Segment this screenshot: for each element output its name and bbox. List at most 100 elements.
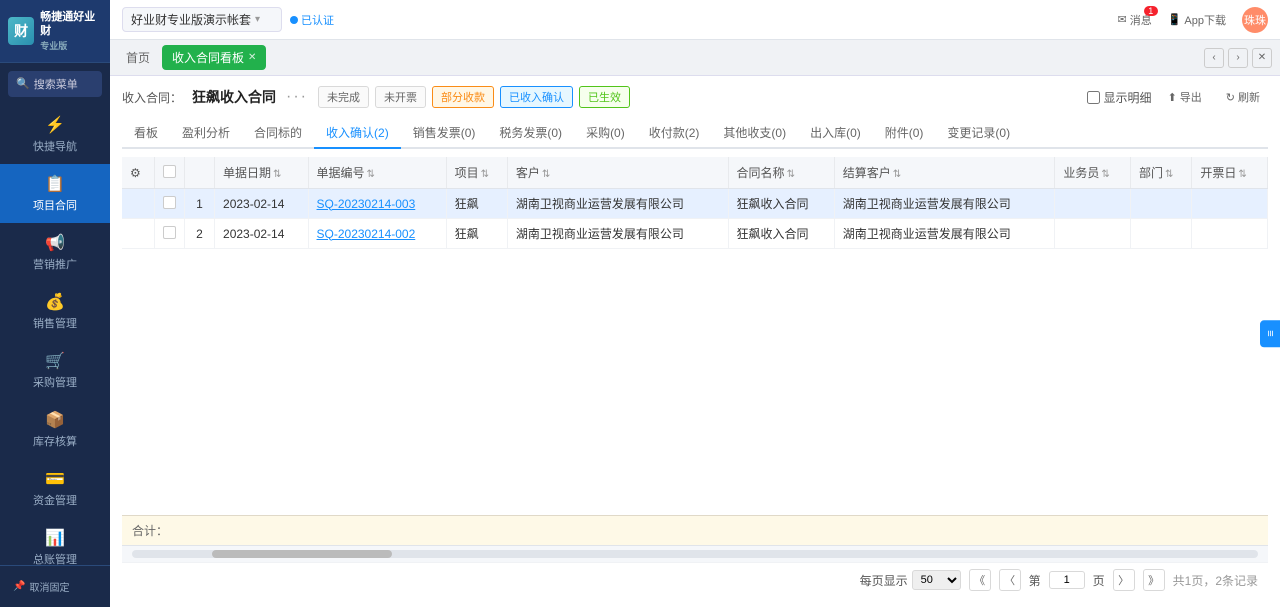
sidebar-item-quick-nav[interactable]: ⚡ 快捷导航 [0,105,110,164]
sidebar-item-sales[interactable]: 💰 销售管理 [0,282,110,341]
refresh-button[interactable]: ↻ 刷新 [1218,86,1268,108]
refresh-icon: ↻ [1226,91,1235,104]
sidebar-item-purchase[interactable]: 🛒 采购管理 [0,341,110,400]
select-all-checkbox[interactable] [163,165,176,178]
tab-contract-standard[interactable]: 合同标的 [242,118,314,149]
tab-close-icon[interactable]: ✕ [248,52,256,63]
row-order-no-1[interactable]: SQ-20230214-003 [308,189,446,219]
status-income-confirmed[interactable]: 已收入确认 [500,86,573,108]
summary-label: 合计： [132,522,168,539]
avatar: 珠珠 [1242,7,1268,33]
row-dept-2 [1131,219,1192,249]
tab-income-contract[interactable]: 收入合同看板 ✕ [162,45,266,70]
table-row[interactable]: 2 2023-02-14 SQ-20230214-002 狂飙 湖南卫视商业运营… [122,219,1268,249]
row-contract-name-1: 狂飙收入合同 [728,189,834,219]
per-page-select[interactable]: 50 100 200 [912,570,961,590]
topbar: 好业财专业版演示帐套 ▾ 已认证 ✉ 消息 1 📱 App下载 珠珠 [110,0,1280,40]
status-partial-payment[interactable]: 部分收款 [432,86,494,108]
unpin-button[interactable]: 📌 取消固定 [8,574,102,599]
scroll-area [122,545,1268,562]
tab-home[interactable]: 首页 [118,49,158,66]
app-sub: 专业版 [40,39,102,52]
status-not-invoiced[interactable]: 未开票 [375,86,426,108]
sidebar-item-project-contract[interactable]: 📋 项目合同 [0,164,110,223]
row-check-1[interactable] [155,189,185,219]
tab-attachments[interactable]: 附件(0) [873,118,936,149]
tab-prev-button[interactable]: ‹ [1204,48,1224,68]
row-date-2: 2023-02-14 [215,219,309,249]
row-num-2: 2 [185,219,215,249]
export-icon: ⬆ [1168,91,1177,104]
tab-in-out-stock[interactable]: 出入库(0) [798,118,873,149]
page-size-selector: 每页显示 50 100 200 [860,570,961,590]
status-tags: 未完成 未开票 部分收款 已收入确认 已生效 [318,86,630,108]
tab-income-confirm[interactable]: 收入确认(2) [314,118,401,149]
tab-close-button[interactable]: ✕ [1252,48,1272,68]
sort-end-customer-icon: ⇅ [893,169,901,180]
column-settings[interactable]: ⚙ [122,157,155,189]
tab-purchase[interactable]: 采购(0) [574,118,637,149]
tab-change-log[interactable]: 变更记录(0) [935,118,1022,149]
export-button[interactable]: ⬆ 导出 [1160,86,1210,108]
side-action-button[interactable]: ≡ [1260,320,1280,347]
tab-next-button[interactable]: › [1228,48,1248,68]
sort-dept-icon: ⇅ [1165,169,1173,180]
page-input[interactable] [1049,571,1085,589]
app-logo: 财 畅捷通好业财 专业版 [0,0,110,63]
tab-navigation: ‹ › ✕ [1204,48,1272,68]
first-page-button[interactable]: 《 [969,569,991,591]
column-project[interactable]: 项目⇅ [446,157,507,189]
per-page-label: 每页显示 [860,572,908,589]
column-dept[interactable]: 部门⇅ [1131,157,1192,189]
company-name: 好业财专业版演示帐套 [131,11,251,28]
row-staff-1 [1055,189,1131,219]
prev-page-button[interactable]: 〈 [999,569,1021,591]
column-contract-name[interactable]: 合同名称⇅ [728,157,834,189]
tab-tax-invoice[interactable]: 税务发票(0) [487,118,574,149]
sidebar-item-general-ledger[interactable]: 📊 总账管理 [0,518,110,565]
column-date[interactable]: 单据日期⇅ [215,157,309,189]
table-row[interactable]: 1 2023-02-14 SQ-20230214-003 狂飙 湖南卫视商业运营… [122,189,1268,219]
row-order-no-2[interactable]: SQ-20230214-002 [308,219,446,249]
more-actions-button[interactable]: ··· [286,88,308,106]
row-open-date-2 [1192,219,1268,249]
detail-checkbox-input[interactable] [1087,91,1100,104]
scroll-thumb[interactable] [212,550,392,558]
contract-header: 收入合同： 狂飙收入合同 ··· 未完成 未开票 部分收款 已收入确认 已生效 … [122,86,1268,108]
tab-sales-invoice[interactable]: 销售发票(0) [401,118,488,149]
sidebar-item-inventory[interactable]: 📦 库存核算 [0,400,110,459]
tab-payment[interactable]: 收付款(2) [637,118,712,149]
show-detail-checkbox[interactable]: 显示明细 [1087,89,1152,106]
user-menu[interactable]: 珠珠 [1242,7,1268,33]
contract-prefix: 收入合同： [122,89,182,106]
column-order-no[interactable]: 单据编号⇅ [308,157,446,189]
sort-customer-icon: ⇅ [542,169,550,180]
company-selector[interactable]: 好业财专业版演示帐套 ▾ [122,7,282,32]
tab-profit[interactable]: 盈利分析 [170,118,242,149]
chart-icon: 📊 [45,528,65,548]
lightning-icon: ⚡ [45,115,65,135]
status-not-complete[interactable]: 未完成 [318,86,369,108]
page-label: 第 [1029,572,1041,589]
row-date-1: 2023-02-14 [215,189,309,219]
column-customer[interactable]: 客户⇅ [507,157,728,189]
search-menu-button[interactable]: 🔍 搜索菜单 [8,71,102,97]
row-check-2[interactable] [155,219,185,249]
app-download-button[interactable]: 📱 App下载 [1168,12,1226,28]
column-staff[interactable]: 业务员⇅ [1055,157,1131,189]
message-button[interactable]: ✉ 消息 1 [1118,12,1152,28]
pagination: 每页显示 50 100 200 《 〈 第 页 〉 》 共1页，2条记录 [122,562,1268,597]
tab-kanban[interactable]: 看板 [122,118,170,149]
sidebar-item-finance[interactable]: 💳 资金管理 [0,459,110,518]
message-badge: 1 [1144,6,1158,16]
box-icon: 📦 [45,410,65,430]
status-effective[interactable]: 已生效 [579,86,630,108]
sidebar-item-marketing[interactable]: 📢 营销推广 [0,223,110,282]
next-page-button[interactable]: 〉 [1113,569,1135,591]
column-end-customer[interactable]: 结算客户⇅ [834,157,1055,189]
row-end-customer-2: 湖南卫视商业运营发展有限公司 [834,219,1055,249]
last-page-button[interactable]: 》 [1143,569,1165,591]
logo-icon: 财 [8,17,34,45]
column-open-date[interactable]: 开票日⇅ [1192,157,1268,189]
tab-other-income[interactable]: 其他收支(0) [711,118,798,149]
